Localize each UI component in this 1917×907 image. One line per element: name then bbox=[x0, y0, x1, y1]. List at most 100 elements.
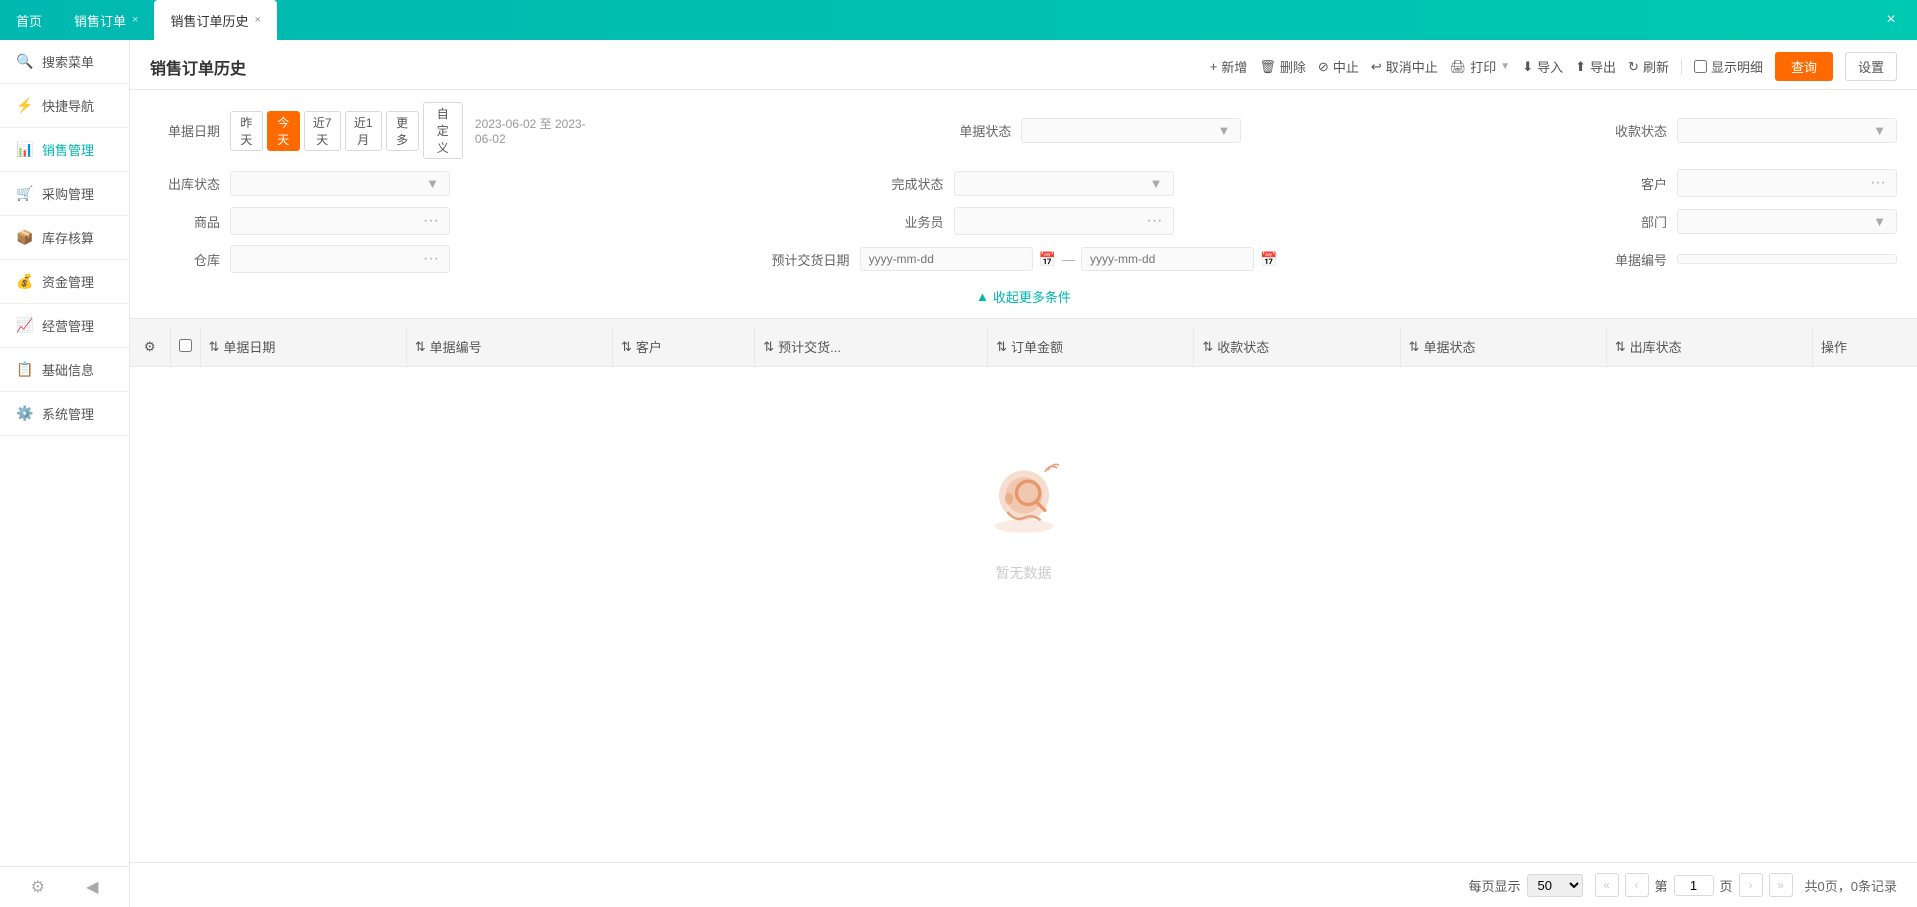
tab-sales-order-close[interactable]: × bbox=[132, 14, 138, 26]
sidebar-item-sales[interactable]: 📊 销售管理 bbox=[0, 128, 129, 172]
date-btn-7days[interactable]: 近7天 bbox=[304, 111, 341, 151]
th-customer-sort[interactable]: ⇅ bbox=[621, 339, 632, 355]
date-btn-today[interactable]: 今天 bbox=[267, 111, 300, 151]
collapse-row[interactable]: ▲ 收起更多条件 bbox=[150, 283, 1897, 306]
th-settings[interactable]: ⚙ bbox=[130, 327, 170, 367]
complete-label: 完成状态 bbox=[874, 174, 954, 193]
th-actions: 操作 bbox=[1812, 327, 1917, 367]
sidebar-collapse-icon[interactable]: ◀ bbox=[86, 877, 98, 897]
th-doc-status-sort[interactable]: ⇅ bbox=[1409, 339, 1420, 355]
date-btn-more[interactable]: 更多 bbox=[386, 111, 419, 151]
th-doc-number-label: 单据编号 bbox=[430, 337, 482, 356]
select-all-checkbox[interactable] bbox=[179, 339, 192, 352]
filter-row-2: 出库状态 ▼ 完成状态 ▼ 客户 ··· bbox=[150, 169, 1897, 197]
btn-cancel-stop[interactable]: ↩ 取消中止 bbox=[1371, 57, 1438, 76]
sidebar-item-system[interactable]: ⚙️ 系统管理 bbox=[0, 392, 129, 436]
date-btn-1month[interactable]: 近1月 bbox=[345, 111, 382, 151]
sidebar-item-finance[interactable]: 💰 资金管理 bbox=[0, 260, 129, 304]
warehouse-label: 仓库 bbox=[150, 250, 230, 269]
sidebar-item-purchase[interactable]: 🛒 采购管理 bbox=[0, 172, 129, 216]
btn-new[interactable]: + 新增 bbox=[1210, 57, 1248, 76]
sales-icon: 📊 bbox=[16, 141, 34, 158]
page-last-btn[interactable]: » bbox=[1769, 873, 1793, 897]
product-input-area[interactable]: ··· bbox=[230, 207, 450, 235]
th-checkbox[interactable] bbox=[170, 327, 200, 367]
btn-stop-label: 中止 bbox=[1333, 57, 1359, 76]
display-detail-checkbox[interactable] bbox=[1694, 60, 1707, 73]
th-doc-date: ⇅ 单据日期 bbox=[200, 327, 406, 367]
tab-sales-order-history-close[interactable]: × bbox=[254, 14, 260, 26]
doc-number-input[interactable] bbox=[1677, 254, 1897, 264]
sidebar-settings-icon[interactable]: ⚙ bbox=[31, 877, 45, 897]
expected-date-start[interactable] bbox=[860, 247, 1033, 271]
date-control: 昨天 今天 近7天 近1月 更多 自定义 2023-06-02 至 2023-0… bbox=[230, 102, 586, 159]
btn-print[interactable]: 🖨 打印 ▼ bbox=[1450, 57, 1510, 76]
display-detail-control[interactable]: 显示明细 bbox=[1694, 57, 1763, 76]
cancel-stop-icon: ↩ bbox=[1371, 59, 1382, 75]
customer-input-area[interactable]: ··· bbox=[1677, 169, 1897, 197]
th-outbound-status-sort[interactable]: ⇅ bbox=[1615, 339, 1626, 355]
query-button[interactable]: 查询 bbox=[1775, 52, 1833, 81]
settings-button[interactable]: 设置 bbox=[1845, 52, 1897, 81]
outbound-select[interactable]: ▼ bbox=[230, 171, 450, 196]
cal-end-icon[interactable]: 📅 bbox=[1260, 251, 1277, 268]
product-dots[interactable]: ··· bbox=[423, 212, 439, 230]
page-header: 销售订单历史 + 新增 🗑 删除 ⊘ 中止 ↩ 取消中止 bbox=[130, 40, 1917, 90]
th-doc-number-sort[interactable]: ⇅ bbox=[415, 339, 426, 355]
salesperson-input-area[interactable]: ··· bbox=[954, 207, 1174, 235]
table-header-row: ⚙ ⇅ 单据日期 ⇅ bbox=[130, 327, 1917, 367]
salesperson-dots[interactable]: ··· bbox=[1147, 212, 1163, 230]
date-btn-custom[interactable]: 自定义 bbox=[423, 102, 463, 159]
doc-number-label: 单据编号 bbox=[1597, 250, 1677, 269]
cal-start-icon[interactable]: 📅 bbox=[1039, 251, 1056, 268]
sidebar-item-operations-label: 经营管理 bbox=[42, 316, 94, 335]
data-table: ⚙ ⇅ 单据日期 ⇅ bbox=[130, 327, 1917, 367]
sidebar-item-sales-label: 销售管理 bbox=[42, 140, 94, 159]
tab-sales-order-history[interactable]: 销售订单历史 × bbox=[154, 0, 276, 40]
doc-status-select[interactable]: ▼ bbox=[1021, 118, 1241, 143]
btn-cancel-stop-label: 取消中止 bbox=[1386, 57, 1438, 76]
sidebar-item-basic-info-label: 基础信息 bbox=[42, 360, 94, 379]
tab-home[interactable]: 首页 bbox=[0, 0, 58, 40]
th-receipt-status-sort[interactable]: ⇅ bbox=[1202, 339, 1213, 355]
settings-gear-icon[interactable]: ⚙ bbox=[144, 339, 156, 354]
btn-import[interactable]: ⬇ 导入 bbox=[1522, 57, 1563, 76]
tab-sales-order[interactable]: 销售订单 × bbox=[58, 0, 154, 40]
tab-sales-order-label: 销售订单 bbox=[74, 11, 126, 30]
page-size-select[interactable]: 10 20 50 100 bbox=[1527, 874, 1583, 897]
tab-home-label: 首页 bbox=[16, 11, 42, 30]
sidebar-item-inventory[interactable]: 📦 库存核算 bbox=[0, 216, 129, 260]
topbar-tabs: 首页 销售订单 × 销售订单历史 × bbox=[0, 0, 1881, 40]
date-btn-yesterday[interactable]: 昨天 bbox=[230, 111, 263, 151]
sidebar-item-basic-info[interactable]: 📋 基础信息 bbox=[0, 348, 129, 392]
sidebar-item-quicknav[interactable]: ⚡ 快捷导航 bbox=[0, 84, 129, 128]
th-expected-delivery-sort[interactable]: ⇅ bbox=[763, 339, 774, 355]
btn-stop[interactable]: ⊘ 中止 bbox=[1318, 57, 1359, 76]
expected-date-end[interactable] bbox=[1081, 247, 1254, 271]
page-first-btn[interactable]: « bbox=[1595, 873, 1619, 897]
customer-dots[interactable]: ··· bbox=[1870, 174, 1886, 192]
th-order-amount-label: 订单金额 bbox=[1011, 337, 1063, 356]
empty-state: 暂无数据 bbox=[130, 367, 1917, 663]
sidebar-bottom: ⚙ ◀ bbox=[0, 866, 129, 907]
warehouse-input-area[interactable]: ··· bbox=[230, 245, 450, 273]
dept-select[interactable]: ▼ bbox=[1677, 209, 1897, 234]
th-outbound-status-label: 出库状态 bbox=[1630, 337, 1682, 356]
th-order-amount-sort[interactable]: ⇅ bbox=[996, 339, 1007, 355]
th-doc-number: ⇅ 单据编号 bbox=[406, 327, 612, 367]
filter-row-4: 仓库 ··· 预计交货日期 📅 — 📅 单据编号 bbox=[150, 245, 1897, 273]
btn-export[interactable]: ⬆ 导出 bbox=[1575, 57, 1616, 76]
th-doc-status: ⇅ 单据状态 bbox=[1400, 327, 1606, 367]
page-prev-btn[interactable]: ‹ bbox=[1625, 873, 1649, 897]
page-number-input[interactable] bbox=[1674, 875, 1714, 896]
btn-refresh[interactable]: ↻ 刷新 bbox=[1628, 57, 1669, 76]
sidebar-item-operations[interactable]: 📈 经营管理 bbox=[0, 304, 129, 348]
topbar-window-close[interactable]: × bbox=[1881, 10, 1901, 30]
receipt-status-select[interactable]: ▼ bbox=[1677, 118, 1897, 143]
sidebar-item-search[interactable]: 🔍 搜索菜单 bbox=[0, 40, 129, 84]
btn-delete[interactable]: 🗑 删除 bbox=[1259, 57, 1306, 76]
th-doc-date-sort[interactable]: ⇅ bbox=[209, 339, 220, 355]
complete-select[interactable]: ▼ bbox=[954, 171, 1174, 196]
warehouse-dots[interactable]: ··· bbox=[423, 250, 439, 268]
page-next-btn[interactable]: › bbox=[1739, 873, 1763, 897]
